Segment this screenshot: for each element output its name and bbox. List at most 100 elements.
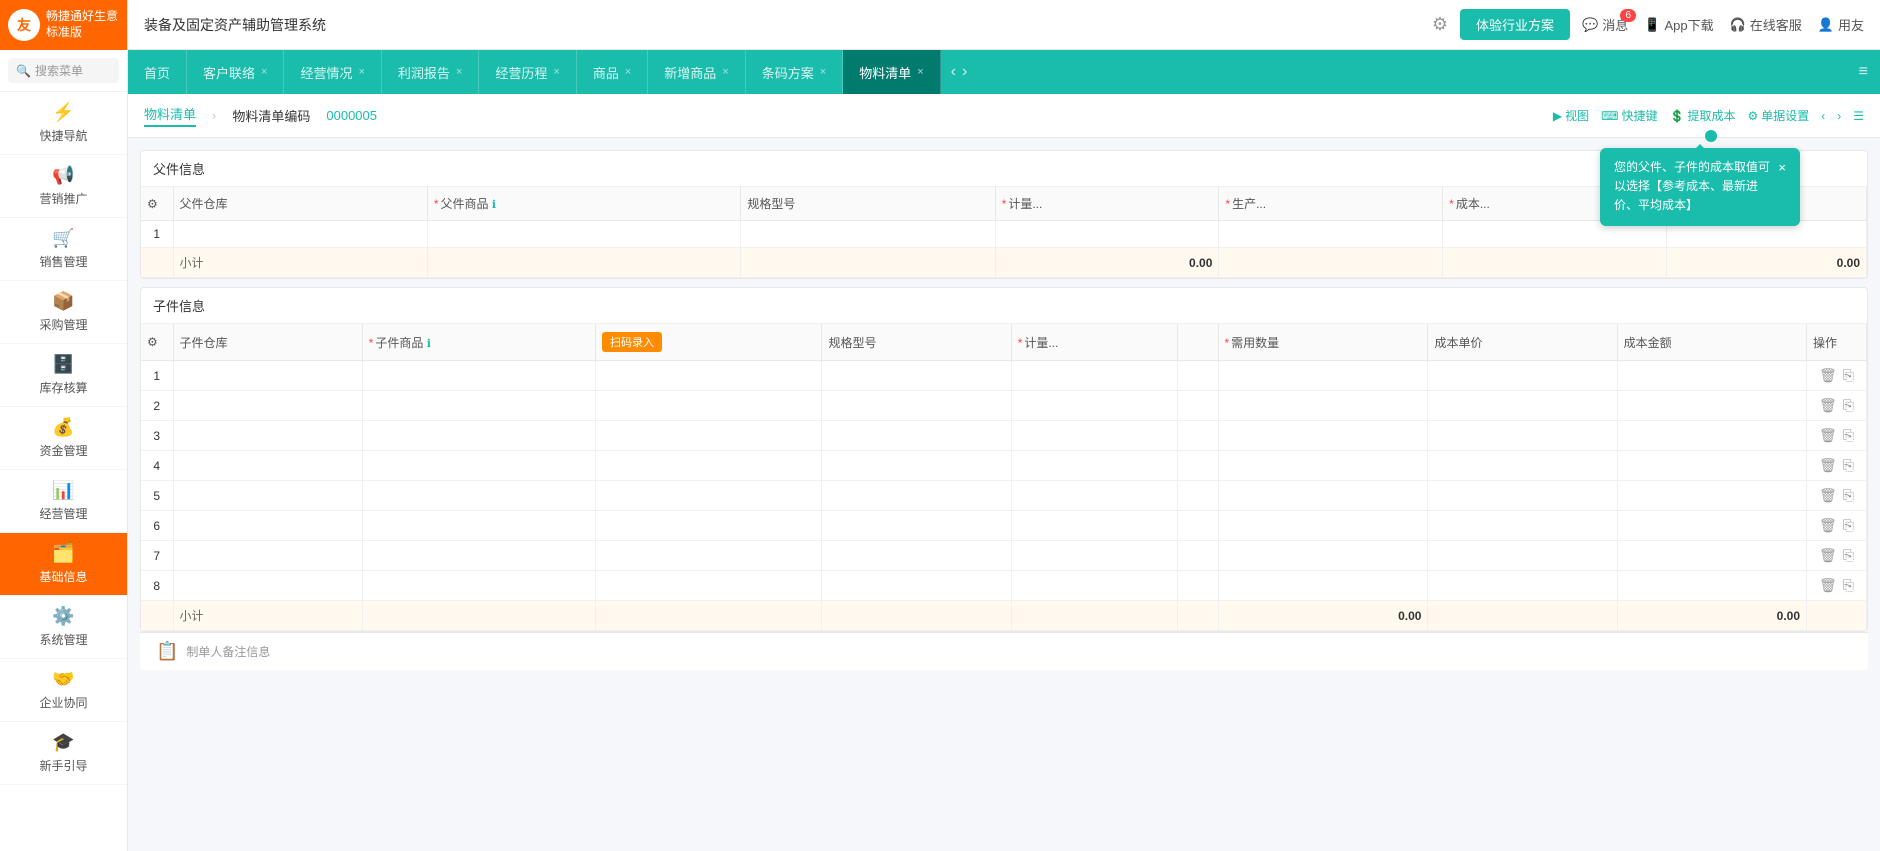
parent-row-1-warehouse[interactable] xyxy=(173,221,427,248)
copy-icon-4[interactable]: ⎘ xyxy=(1843,457,1854,474)
close-all-tabs[interactable]: ≡ xyxy=(1847,63,1880,81)
parent-col-settings[interactable]: ⚙ xyxy=(141,187,173,221)
child-row-5-action: 🗑 ⎘ xyxy=(1807,481,1867,511)
copy-icon-2[interactable]: ⎘ xyxy=(1843,397,1854,414)
tab-customer[interactable]: 客户联络 × xyxy=(187,50,284,94)
sidebar-item-inventory[interactable]: 🗄️ 库存核算 xyxy=(0,344,127,407)
child-row-1-num: 1 xyxy=(141,361,173,391)
nav-left-button[interactable]: ‹ xyxy=(1821,109,1825,123)
delete-icon-8[interactable]: 🗑 xyxy=(1819,577,1837,594)
single-settings-button[interactable]: ⚙ 单据设置 xyxy=(1747,107,1809,124)
delete-icon-1[interactable]: 🗑 xyxy=(1819,367,1837,384)
copy-icon-6[interactable]: ⎘ xyxy=(1843,517,1854,534)
tab-prev-arrow[interactable]: ‹ xyxy=(949,61,958,83)
child-row-1: 1 🗑 ⎘ xyxy=(141,361,1867,391)
child-subtotal-amount: 0.00 xyxy=(1617,601,1806,631)
view-button[interactable]: ▶ 视图 xyxy=(1553,107,1589,124)
tab-bom[interactable]: 物料清单 × xyxy=(843,50,940,94)
child-row-7-action: 🗑 ⎘ xyxy=(1807,541,1867,571)
app-download-button[interactable]: 📱 App下载 xyxy=(1644,15,1713,34)
menu-button[interactable]: ☰ xyxy=(1853,109,1864,123)
copy-icon-3[interactable]: ⎘ xyxy=(1843,427,1854,444)
child-row-1-qty[interactable] xyxy=(1218,361,1428,391)
tab-history-close[interactable]: × xyxy=(553,66,559,78)
delete-icon-4[interactable]: 🗑 xyxy=(1819,457,1837,474)
trial-button[interactable]: 体验行业方案 xyxy=(1460,9,1570,40)
tab-goods-close[interactable]: × xyxy=(625,66,631,78)
child-col-settings[interactable]: ⚙ xyxy=(141,324,173,361)
child-section: 子件信息 ⚙ 子件仓库 *子件商品 ℹ 扫码录入 规格型号 *计量... *需用… xyxy=(140,287,1868,632)
tab-new-goods-close[interactable]: × xyxy=(722,66,728,78)
child-row-2: 2 🗑 ⎘ xyxy=(141,391,1867,421)
child-row-6: 6 🗑 ⎘ xyxy=(141,511,1867,541)
child-row-1-unit[interactable] xyxy=(1011,361,1178,391)
child-row-1-amount xyxy=(1617,361,1806,391)
user-menu[interactable]: 👤 用友 xyxy=(1818,15,1864,34)
tab-history[interactable]: 经营历程 × xyxy=(479,50,576,94)
online-service-button[interactable]: 🎧 在线客服 xyxy=(1730,15,1802,34)
parent-row-1-spec[interactable] xyxy=(741,221,995,248)
parent-row-1-num: 1 xyxy=(141,221,173,248)
settings-icon[interactable]: ⚙ xyxy=(1432,14,1448,35)
sidebar-item-purchase[interactable]: 📦 采购管理 xyxy=(0,281,127,344)
tab-customer-close[interactable]: × xyxy=(261,66,267,78)
child-col-qty: *需用数量 xyxy=(1218,324,1428,361)
copy-icon-8[interactable]: ⎘ xyxy=(1843,577,1854,594)
tab-operations-close[interactable]: × xyxy=(358,66,364,78)
parent-col-warehouse: 父件仓库 xyxy=(173,187,427,221)
tab-next-arrow[interactable]: › xyxy=(960,61,969,83)
tab-home[interactable]: 首页 xyxy=(128,50,187,94)
copy-icon-1[interactable]: ⎘ xyxy=(1843,367,1854,384)
sidebar-item-sales[interactable]: 🛒 销售管理 xyxy=(0,218,127,281)
shortcut-button[interactable]: ⌨ 快捷键 xyxy=(1601,107,1657,124)
tab-profit[interactable]: 利润报告 × xyxy=(382,50,479,94)
delete-icon-2[interactable]: 🗑 xyxy=(1819,397,1837,414)
message-button[interactable]: 💬 消息 6 xyxy=(1582,15,1628,34)
child-col-scan[interactable]: 扫码录入 xyxy=(596,324,822,361)
copy-icon-5[interactable]: ⎘ xyxy=(1843,487,1854,504)
tab-nav-arrows: ‹ › xyxy=(941,61,978,83)
delete-icon-6[interactable]: 🗑 xyxy=(1819,517,1837,534)
child-row-1-goods[interactable] xyxy=(362,361,595,391)
delete-icon-5[interactable]: 🗑 xyxy=(1819,487,1837,504)
sidebar-item-system[interactable]: ⚙️ 系统管理 xyxy=(0,596,127,659)
tab-new-goods[interactable]: 新增商品 × xyxy=(648,50,745,94)
sidebar-item-finance[interactable]: 💰 资金管理 xyxy=(0,407,127,470)
tab-goods[interactable]: 商品 × xyxy=(577,50,648,94)
parent-row-1-produce[interactable] xyxy=(1219,221,1443,248)
parent-col-goods: *父件商品 ℹ xyxy=(427,187,741,221)
sidebar-item-enterprise[interactable]: 🤝 企业协同 xyxy=(0,659,127,722)
sidebar-search[interactable]: 🔍 搜索菜单 xyxy=(0,50,127,92)
nav-right-button[interactable]: › xyxy=(1837,109,1841,123)
tab-operations[interactable]: 经营情况 × xyxy=(284,50,381,94)
delete-icon-7[interactable]: 🗑 xyxy=(1819,547,1837,564)
tab-barcode[interactable]: 条码方案 × xyxy=(746,50,843,94)
child-col-warehouse: 子件仓库 xyxy=(173,324,362,361)
child-col-spec: 规格型号 xyxy=(822,324,1011,361)
child-row-1-warehouse[interactable] xyxy=(173,361,362,391)
delete-icon-3[interactable]: 🗑 xyxy=(1819,427,1837,444)
logo-icon: 友 xyxy=(8,9,40,41)
tab-profit-close[interactable]: × xyxy=(456,66,462,78)
breadcrumb-list[interactable]: 物料清单 xyxy=(144,104,196,127)
parent-subtotal-amount: 0.00 xyxy=(1667,248,1867,278)
parent-row-1-goods[interactable] xyxy=(427,221,741,248)
child-row-1-price[interactable] xyxy=(1428,361,1617,391)
message-icon: 💬 xyxy=(1582,17,1598,33)
parent-row-1-unit[interactable] xyxy=(995,221,1219,248)
sidebar-item-basic-info[interactable]: 🗂️ 基础信息 xyxy=(0,533,127,596)
copy-icon-7[interactable]: ⎘ xyxy=(1843,547,1854,564)
sidebar-nav: ⚡ 快捷导航 📢 营销推广 🛒 销售管理 📦 采购管理 🗄️ 库存核算 💰 资金… xyxy=(0,92,127,851)
sidebar-logo: 友 畅捷通好生意 标准版 xyxy=(0,0,127,50)
child-row-1-action: 🗑 ⎘ xyxy=(1807,361,1867,391)
extract-cost-button[interactable]: 💲 提取成本 xyxy=(1669,107,1735,124)
sidebar-item-quick-nav[interactable]: ⚡ 快捷导航 xyxy=(0,92,127,155)
tab-barcode-close[interactable]: × xyxy=(820,66,826,78)
sidebar-item-operations[interactable]: 📊 经营管理 xyxy=(0,470,127,533)
tab-bom-close[interactable]: × xyxy=(917,66,923,78)
scan-button[interactable]: 扫码录入 xyxy=(602,332,662,352)
sidebar-item-marketing[interactable]: 📢 营销推广 xyxy=(0,155,127,218)
callout-close-button[interactable]: × xyxy=(1778,158,1786,179)
sidebar-item-guide[interactable]: 🎓 新手引导 xyxy=(0,722,127,785)
child-row-1-spec[interactable] xyxy=(822,361,1011,391)
